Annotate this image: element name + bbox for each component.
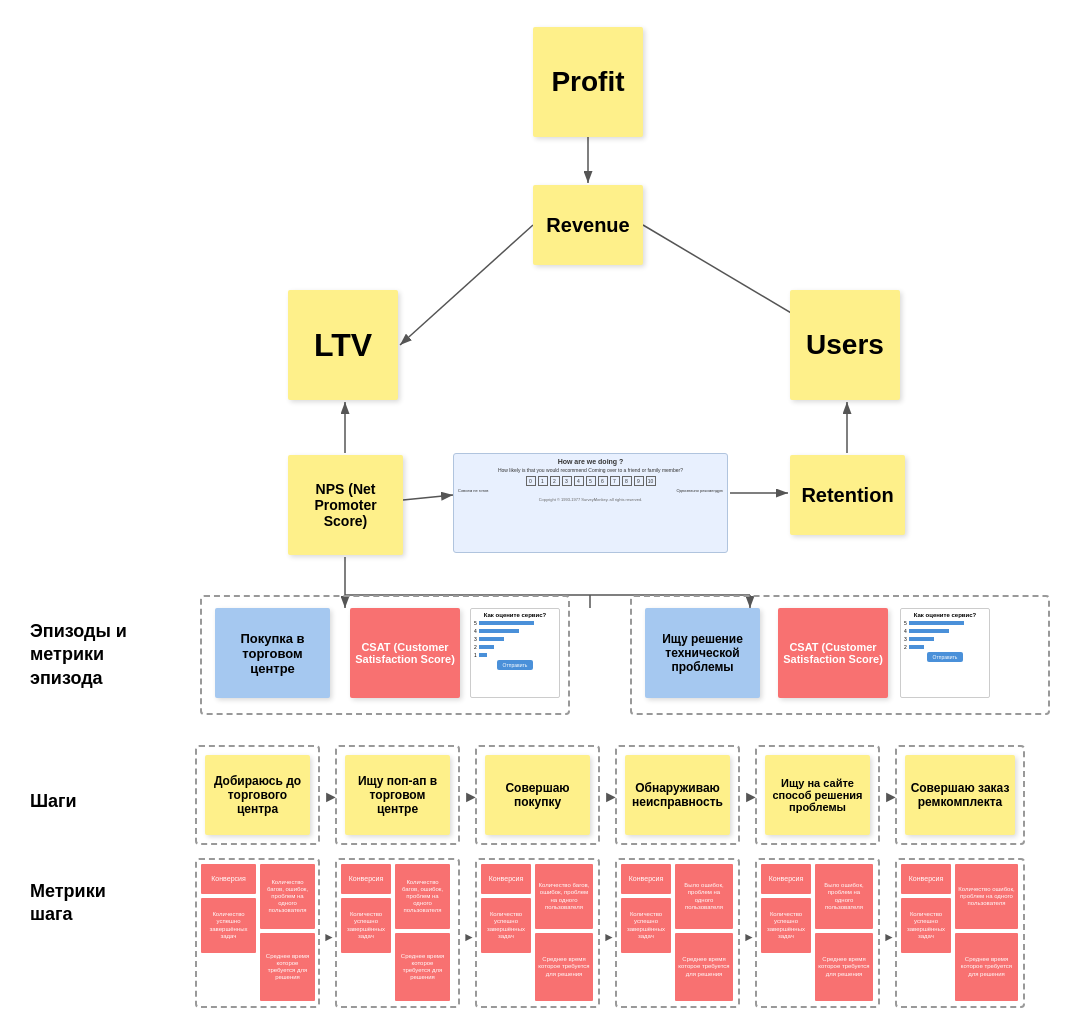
metric-conversion-6: Конверсия <box>901 864 951 894</box>
metrics-arrow-5-6: ► <box>883 930 895 944</box>
retention-node: Retention <box>790 455 905 535</box>
metric-completed-1: Количество успешно завершённых задач <box>201 898 256 953</box>
step-4: Обнаруживаю неисправность <box>625 755 730 835</box>
metrics-arrow-3-4: ► <box>603 930 615 944</box>
nps-survey-widget: How are we doing ? How likely is that yo… <box>453 453 728 553</box>
episode-csat-left: CSAT (Customer Satisfaction Score) <box>350 608 460 698</box>
metric-avgtime-2: Среднее время которое требуется для реше… <box>395 933 450 1001</box>
revenue-node: Revenue <box>533 185 643 265</box>
metric-completed-5: Количество успешно завершённых задач <box>761 898 811 953</box>
metric-conversion-5: Конверсия <box>761 864 811 894</box>
metric-errors-6: Количество ошибок, проблем на одного пол… <box>955 864 1018 929</box>
metrics-arrow-1-2: ► <box>323 930 335 944</box>
nps-node: NPS (Net Promoter Score) <box>288 455 403 555</box>
nps-scale: 0 1 2 3 4 5 6 7 8 9 10 <box>458 476 723 486</box>
steps-section-label: Шаги <box>30 790 77 813</box>
nps-right-label: Однозначно рекомендую <box>676 488 723 493</box>
svg-line-3 <box>400 225 533 345</box>
ltv-node: LTV <box>288 290 398 400</box>
episode-purchase: Покупка в торговом центре <box>215 608 330 698</box>
metric-avgtime-6: Среднее время которое требуется для реше… <box>955 933 1018 1001</box>
nps-widget-subtitle: How likely is that you would recommend C… <box>458 467 723 473</box>
step-5: Ищу на сайте способ решения проблемы <box>765 755 870 835</box>
metric-conversion-3: Конверсия <box>481 864 531 894</box>
metric-errors-1: Количество багов, ошибок, проблем на одн… <box>260 864 315 929</box>
profit-node: Profit <box>533 27 643 137</box>
metric-conversion-2: Конверсия <box>341 864 391 894</box>
metric-conversion-4: Конверсия <box>621 864 671 894</box>
metric-conversion-1: Конверсия <box>201 864 256 894</box>
episode-csat-right: CSAT (Customer Satisfaction Score) <box>778 608 888 698</box>
metrics-section-label: Метрикишага <box>30 880 106 927</box>
metric-avgtime-4: Среднее время которое требуется для реше… <box>675 933 733 1001</box>
nps-left-label: Совсем не готов <box>458 488 488 493</box>
metric-completed-4: Количество успешно завершённых задач <box>621 898 671 953</box>
episode-tech-problem: Ищу решение технической проблемы <box>645 608 760 698</box>
step-2: Ищу поп-ап в торговом центре <box>345 755 450 835</box>
metric-completed-6: Количество успешно завершённых задач <box>901 898 951 953</box>
metric-avgtime-1: Среднее время которое требуется для реше… <box>260 933 315 1001</box>
metric-errors-4: Было ошибок, проблем на одного пользоват… <box>675 864 733 929</box>
metrics-arrow-4-5: ► <box>743 930 755 944</box>
metric-avgtime-5: Среднее время которое требуется для реше… <box>815 933 873 1001</box>
metric-errors-2: Количество багов, ошибок, проблем на одн… <box>395 864 450 929</box>
diagram-container: Profit Revenue LTV Users NPS (Net Promot… <box>0 0 1082 1022</box>
nps-copyright: Copyright © 1993-1977 SurveyMonkey. all … <box>539 497 643 502</box>
metric-errors-5: Было ошибок, проблем на одного пользоват… <box>815 864 873 929</box>
metric-errors-3: Количество багов, ошибок, проблем на одн… <box>535 864 593 929</box>
csat-screenshot-right: Как оцените сервис? 5 4 3 2 Отправить <box>900 608 990 698</box>
step-6: Совершаю заказ ремкомплекта <box>905 755 1015 835</box>
csat-screenshot-left: Как оцените сервис? 5 4 3 2 1 <box>470 608 560 698</box>
metrics-arrow-2-3: ► <box>463 930 475 944</box>
nps-widget-title: How are we doing ? <box>458 458 723 465</box>
step-3: Совершаю покупку <box>485 755 590 835</box>
step-1: Добираюсь до торгового центра <box>205 755 310 835</box>
metric-completed-3: Количество успешно завершённых задач <box>481 898 531 953</box>
svg-line-7 <box>403 495 453 500</box>
metric-completed-2: Количество успешно завершённых задач <box>341 898 391 953</box>
metric-avgtime-3: Среднее время которое требуется для реше… <box>535 933 593 1001</box>
episodes-section-label: Эпизоды иметрикиэпизода <box>30 620 200 690</box>
users-node: Users <box>790 290 900 400</box>
